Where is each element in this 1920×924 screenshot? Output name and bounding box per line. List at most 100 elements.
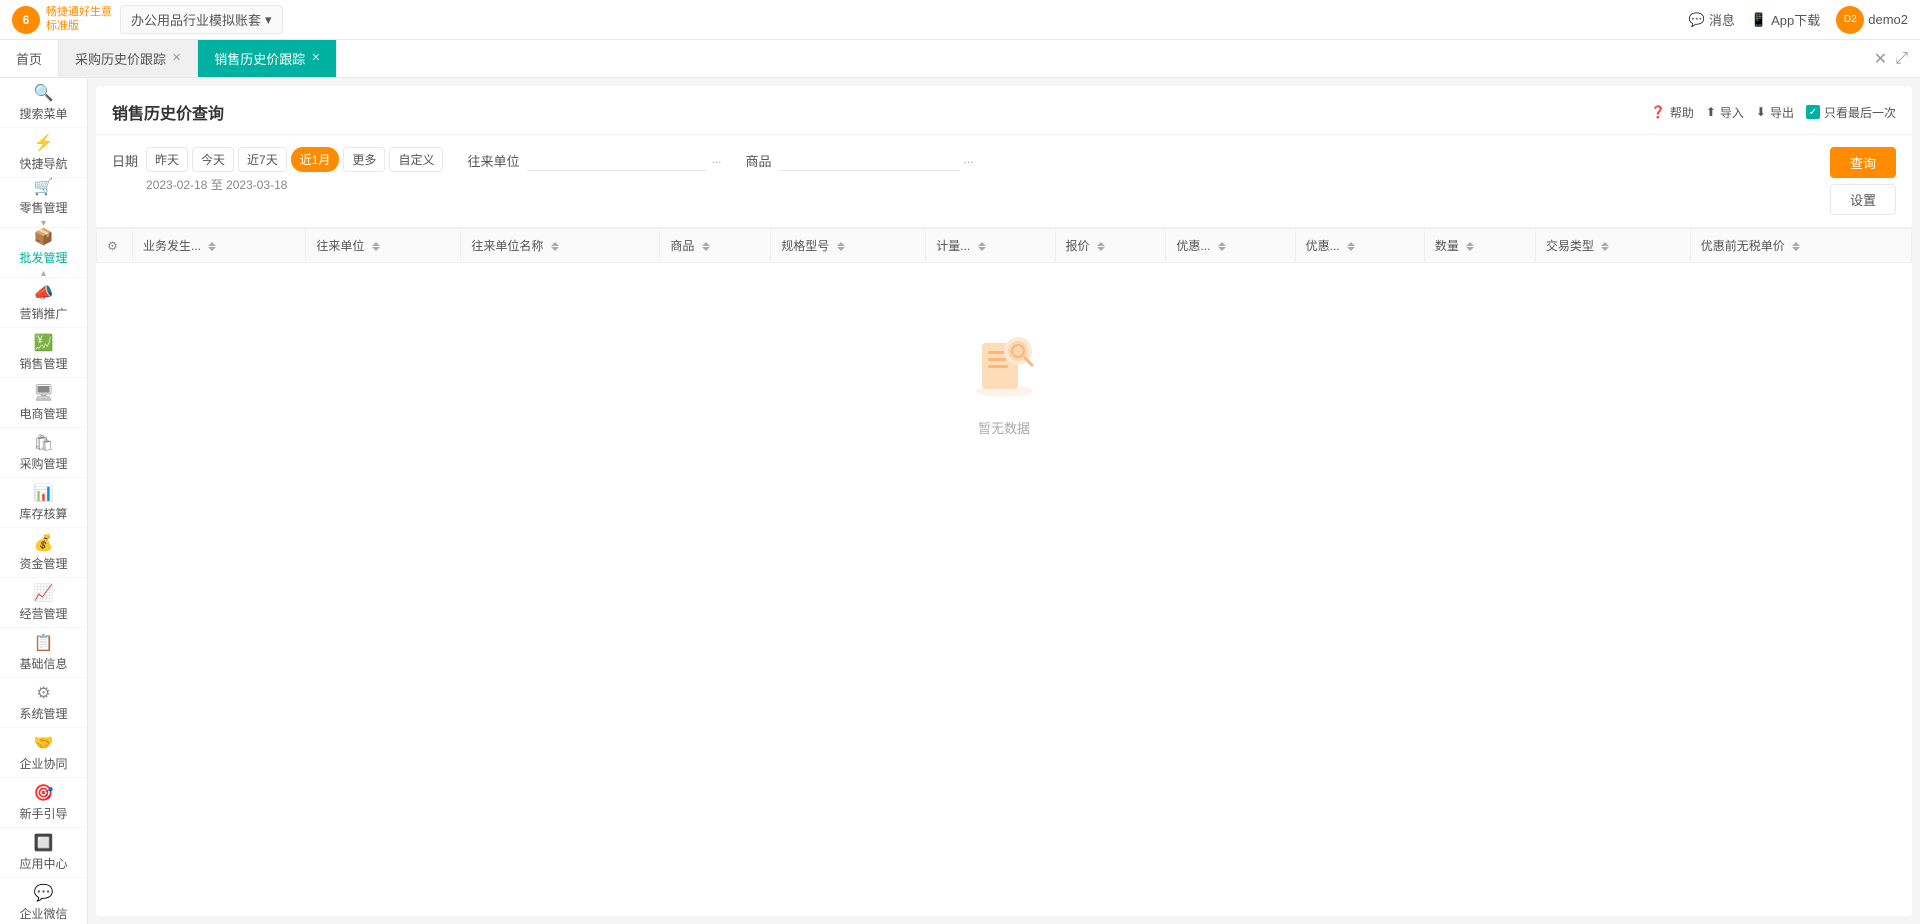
sidebar-item-basic-info[interactable]: 📋 基础信息 — [0, 628, 87, 678]
sort-icon-trade-type — [1601, 242, 1609, 251]
goods-filter-label: 商品 — [745, 147, 771, 170]
table-col-goods[interactable]: 商品 — [660, 229, 771, 263]
date-btn-today[interactable]: 今天 — [192, 147, 234, 172]
sidebar-item-finance[interactable]: 💰 资金管理 — [0, 528, 87, 578]
table-col-discount2[interactable]: 优惠... — [1295, 229, 1424, 263]
sort-icon-partner-name — [551, 242, 559, 251]
tab-home[interactable]: 首页 — [0, 40, 59, 77]
sidebar-item-system[interactable]: ⚙ 系统管理 — [0, 678, 87, 728]
help-button[interactable]: ❓ 帮助 — [1651, 104, 1694, 121]
filter-area: 日期 昨天 今天 近7天 近1月 更多 自定义 2023-02-18 至 202… — [96, 135, 1912, 228]
query-button[interactable]: 查询 — [1830, 147, 1896, 178]
app-selector[interactable]: 办公用品行业模拟账套 ▾ — [120, 5, 283, 34]
sidebar-item-enterprise-collab[interactable]: 🤝 企业协同 — [0, 728, 87, 778]
sort-icon-discount2 — [1347, 242, 1355, 251]
marketing-icon: 📣 — [34, 283, 54, 303]
table-col-quote[interactable]: 报价 — [1055, 229, 1166, 263]
sidebar-item-inventory[interactable]: 📊 库存核算 — [0, 478, 87, 528]
table-container: ⚙ 业务发生... 往来单位 — [96, 228, 1912, 916]
empty-text: 暂无数据 — [978, 418, 1030, 437]
avatar: D2 — [1836, 6, 1864, 34]
tab-home-label: 首页 — [16, 49, 42, 68]
tab-sales-close-icon[interactable]: ✕ — [311, 53, 320, 64]
date-btn-1month[interactable]: 近1月 — [291, 147, 340, 172]
partner-input-dots[interactable]: ... — [711, 152, 721, 166]
tab-sales-history[interactable]: 销售历史价跟踪 ✕ — [198, 40, 337, 77]
tab-purchase-label: 采购历史价跟踪 — [75, 49, 166, 68]
date-filter-group: 日期 昨天 今天 近7天 近1月 更多 自定义 2023-02-18 至 202… — [112, 147, 443, 193]
sidebar-item-sales-mgmt[interactable]: 💹 销售管理 — [0, 328, 87, 378]
ecommerce-icon: 🖥 — [33, 383, 53, 403]
sort-icon-qty — [1466, 242, 1474, 251]
finance-icon: 💰 — [34, 533, 54, 553]
download-action[interactable]: 📱 App下载 — [1751, 10, 1820, 29]
sort-icon-pre-tax-price — [1792, 242, 1800, 251]
page-content: 销售历史价查询 ❓ 帮助 ⬆ 导入 ⬇ 导出 — [96, 86, 1912, 916]
purchase-icon: 🛍 — [33, 433, 53, 453]
inventory-icon: 📊 — [34, 483, 54, 503]
settings-col-icon[interactable]: ⚙ — [107, 239, 118, 253]
export-button[interactable]: ⬇ 导出 — [1756, 104, 1794, 121]
sort-icon-spec — [837, 242, 845, 251]
tab-purchase-history[interactable]: 采购历史价跟踪 ✕ — [59, 40, 198, 77]
table-col-trade-type[interactable]: 交易类型 — [1535, 229, 1690, 263]
wechat-icon: 💬 — [34, 883, 54, 903]
date-btn-more[interactable]: 更多 — [343, 147, 385, 172]
chevron-up-icon: ▴ — [41, 268, 46, 279]
guide-icon: 🎯 — [34, 783, 54, 803]
user-action[interactable]: D2 demo2 — [1836, 6, 1908, 34]
table-col-pre-tax-price[interactable]: 优惠前无税单价 — [1690, 229, 1911, 263]
chevron-down-icon: ▾ — [265, 12, 272, 28]
message-action[interactable]: 💬 消息 — [1689, 10, 1735, 29]
page-header-actions: ❓ 帮助 ⬆ 导入 ⬇ 导出 只看最后一次 — [1651, 104, 1896, 121]
goods-input-dots[interactable]: ... — [964, 152, 974, 166]
partner-input[interactable] — [527, 147, 707, 171]
close-window-icon[interactable]: ✕ — [1874, 49, 1887, 69]
sales-icon: 💹 — [34, 333, 54, 353]
sidebar-item-search-menu[interactable]: 🔍 搜索菜单 — [0, 78, 87, 128]
partner-input-group: ... — [527, 147, 721, 171]
table-col-partner-name[interactable]: 往来单位名称 — [461, 229, 660, 263]
table-col-spec[interactable]: 规格型号 — [771, 229, 926, 263]
export-icon: ⬇ — [1756, 105, 1766, 119]
date-btn-yesterday[interactable]: 昨天 — [146, 147, 188, 172]
table-header-row: ⚙ 业务发生... 往来单位 — [97, 229, 1912, 263]
goods-input[interactable] — [780, 147, 960, 171]
date-btn-custom[interactable]: 自定义 — [389, 147, 443, 172]
sidebar-item-purchase-mgmt[interactable]: 🛍 采购管理 — [0, 428, 87, 478]
import-button[interactable]: ⬆ 导入 — [1706, 104, 1744, 121]
tab-purchase-close-icon[interactable]: ✕ — [172, 53, 181, 64]
sidebar-item-quick-nav[interactable]: ⚡ 快捷导航 — [0, 128, 87, 178]
search-icon: 🔍 — [34, 83, 54, 103]
partner-filter-label: 往来单位 — [467, 147, 519, 170]
wholesale-icon: 📦 — [34, 227, 54, 247]
empty-state: 暂无数据 — [96, 263, 1912, 497]
table-col-biz-date[interactable]: 业务发生... — [133, 229, 306, 263]
date-filter-options: 昨天 今天 近7天 近1月 更多 自定义 2023-02-18 至 2023-0… — [146, 147, 443, 193]
sidebar-item-retail-mgmt[interactable]: 🛒 零售管理 ▾ — [0, 178, 87, 228]
import-icon: ⬆ — [1706, 105, 1716, 119]
sidebar-item-enterprise-wechat[interactable]: 💬 企业微信 — [0, 878, 87, 924]
sidebar-item-new-guide[interactable]: 🎯 新手引导 — [0, 778, 87, 828]
empty-icon — [964, 323, 1044, 406]
table-col-qty[interactable]: 数量 — [1424, 229, 1535, 263]
table-col-partner-code[interactable]: 往来单位 — [306, 229, 461, 263]
only-last-checkbox[interactable]: 只看最后一次 — [1806, 104, 1896, 121]
sidebar-item-app-center[interactable]: 🔲 应用中心 — [0, 828, 87, 878]
sort-icon-unit — [978, 242, 986, 251]
table-col-unit[interactable]: 计量... — [926, 229, 1055, 263]
table-col-discount1[interactable]: 优惠... — [1166, 229, 1295, 263]
sidebar-item-ecommerce[interactable]: 🖥 电商管理 — [0, 378, 87, 428]
maximize-window-icon[interactable]: ⤢ — [1895, 50, 1908, 68]
logo-text: 畅捷通好生意 标准版 — [46, 6, 112, 32]
message-icon: 💬 — [1689, 12, 1705, 28]
download-icon: 📱 — [1751, 12, 1767, 28]
settings-button[interactable]: 设置 — [1830, 184, 1896, 215]
sidebar-item-wholesale-mgmt[interactable]: 📦 批发管理 ▴ — [0, 228, 87, 278]
help-icon: ❓ — [1651, 105, 1666, 119]
sidebar-item-ops-mgmt[interactable]: 📈 经营管理 — [0, 578, 87, 628]
action-buttons: 查询 设置 — [1830, 147, 1896, 215]
sidebar-item-marketing[interactable]: 📣 营销推广 — [0, 278, 87, 328]
date-btn-7days[interactable]: 近7天 — [238, 147, 287, 172]
checkbox-checked-icon — [1806, 105, 1820, 119]
